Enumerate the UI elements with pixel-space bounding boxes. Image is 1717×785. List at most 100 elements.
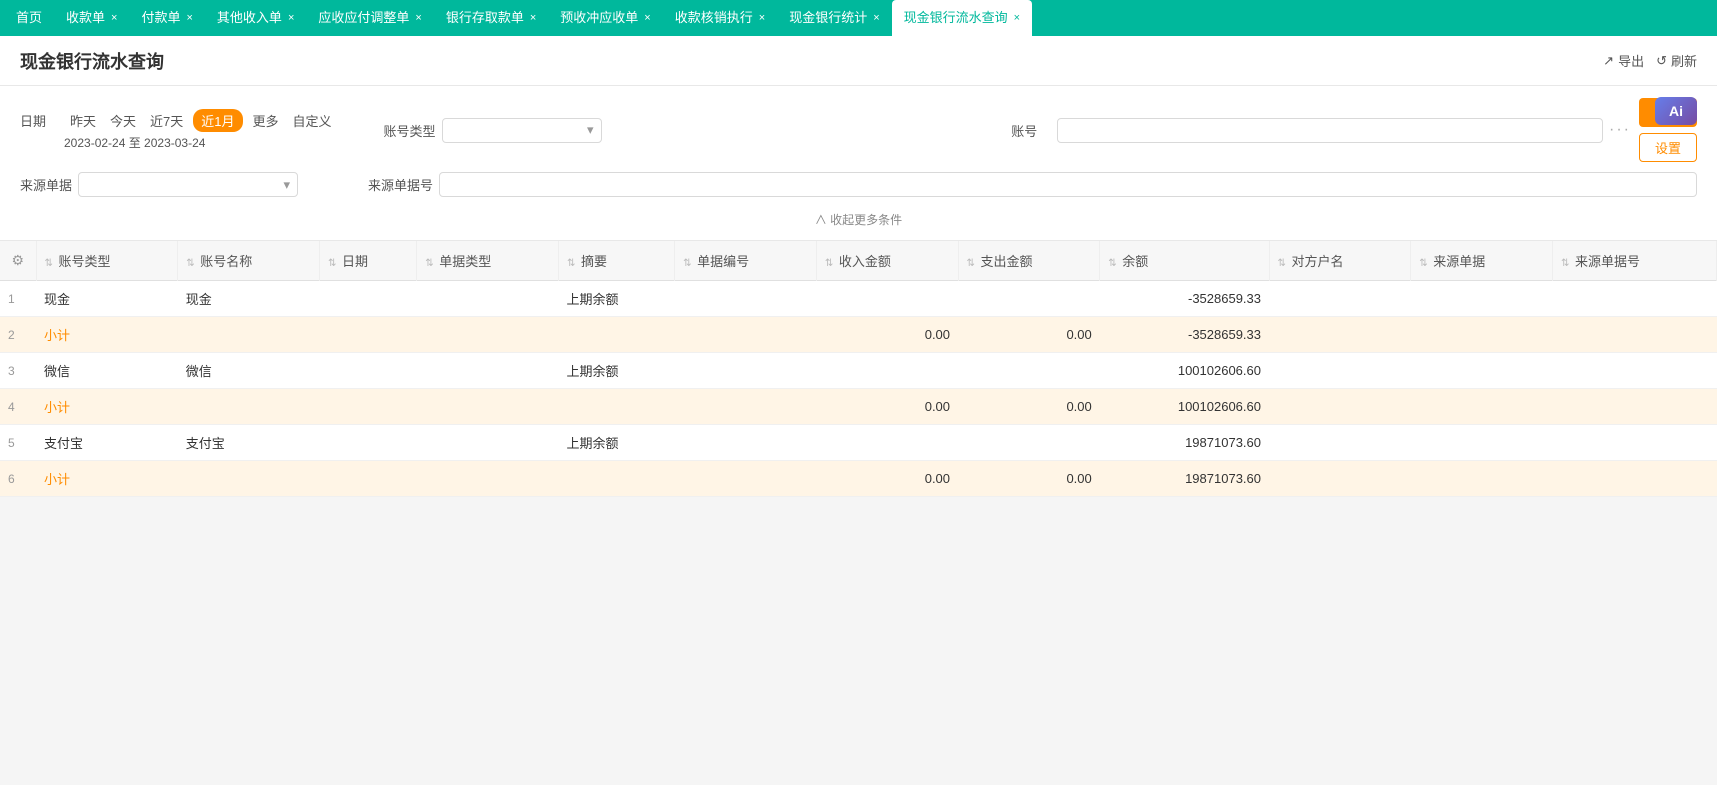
nav-advance-offset[interactable]: 预收冲应收单 × [548, 0, 662, 36]
col-account-name[interactable]: ⇅ 账号名称 [178, 241, 320, 281]
close-icon[interactable]: × [759, 0, 765, 36]
account-type-select[interactable] [442, 118, 602, 143]
header-actions: ↗ 导出 ↺ 刷新 [1603, 51, 1697, 70]
close-icon[interactable]: × [644, 0, 650, 36]
nav-receipt[interactable]: 收款单 × [54, 0, 129, 36]
col-source-doc[interactable]: ⇅ 来源单据 [1411, 241, 1553, 281]
date-opt-7days[interactable]: 近7天 [146, 109, 187, 132]
col-balance[interactable]: ⇅ 余额 [1100, 241, 1269, 281]
date-opt-today[interactable]: 今天 [106, 109, 140, 132]
close-icon[interactable]: × [1014, 0, 1020, 36]
table-area: ⚙ ⇅ 账号类型 ⇅ 账号名称 ⇅ 日期 ⇅ 单据类型 [0, 241, 1717, 497]
gear-icon[interactable]: ⚙ [11, 252, 24, 268]
cell-account-name: 现金 [178, 281, 320, 317]
top-navigation: 首页 收款单 × 付款单 × 其他收入单 × 应收应付调整单 × 银行存取款单 … [0, 0, 1717, 36]
cell-source-doc-no [1552, 389, 1716, 425]
cell-doc-type [417, 353, 559, 389]
cell-date [319, 461, 416, 497]
nav-payment[interactable]: 付款单 × [129, 0, 204, 36]
col-date[interactable]: ⇅ 日期 [319, 241, 416, 281]
account-more-icon[interactable]: ··· [1609, 121, 1631, 139]
refresh-button[interactable]: ↺ 刷新 [1656, 51, 1697, 70]
source-doc-num-label: 来源单据号 [368, 175, 433, 194]
cell-balance: 19871073.60 [1100, 425, 1269, 461]
cell-doc-no [675, 389, 817, 425]
close-icon[interactable]: × [873, 0, 879, 36]
page-header: 现金银行流水查询 ↗ 导出 ↺ 刷新 [0, 36, 1717, 86]
cell-doc-no [675, 353, 817, 389]
table-row: 1现金现金上期余额-3528659.33 [0, 281, 1717, 317]
ai-badge[interactable]: Ai [1655, 97, 1697, 125]
cell-counter-party [1269, 317, 1411, 353]
cell-doc-no [675, 317, 817, 353]
nav-bank-deposit[interactable]: 银行存取款单 × [434, 0, 548, 36]
close-icon[interactable]: × [288, 0, 294, 36]
sort-icon: ⇅ [683, 258, 691, 269]
date-opt-custom[interactable]: 自定义 [289, 109, 336, 132]
cell-account-name: 支付宝 [178, 425, 320, 461]
cell-source-doc [1411, 425, 1553, 461]
nav-other-income[interactable]: 其他收入单 × [205, 0, 306, 36]
cell-summary: 上期余额 [559, 353, 675, 389]
cell-source-doc [1411, 281, 1553, 317]
nav-cash-bank-stats[interactable]: 现金银行统计 × [777, 0, 891, 36]
nav-cash-bank-flow[interactable]: 现金银行流水查询 × [892, 0, 1032, 36]
cell-balance: 19871073.60 [1100, 461, 1269, 497]
settings-button[interactable]: 设置 [1639, 133, 1697, 162]
sort-icon: ⇅ [186, 258, 194, 269]
row-number: 3 [0, 353, 36, 389]
cell-account-name [178, 317, 320, 353]
source-doc-select[interactable] [78, 172, 298, 197]
table-body: 1现金现金上期余额-3528659.332小计0.000.00-3528659.… [0, 281, 1717, 497]
close-icon[interactable]: × [415, 0, 421, 36]
cell-date [319, 425, 416, 461]
nav-collection-exec[interactable]: 收款核销执行 × [663, 0, 777, 36]
col-expense[interactable]: ⇅ 支出金额 [958, 241, 1100, 281]
cell-account-name: 微信 [178, 353, 320, 389]
source-doc-num-input[interactable] [439, 172, 1697, 197]
cell-expense [958, 425, 1100, 461]
col-source-doc-no[interactable]: ⇅ 来源单据号 [1552, 241, 1716, 281]
cell-expense: 0.00 [958, 317, 1100, 353]
sort-icon: ⇅ [967, 258, 975, 269]
collapse-bar[interactable]: ∧ 收起更多条件 [20, 207, 1697, 232]
table-row: 4小计0.000.00100102606.60 [0, 389, 1717, 425]
cell-income: 0.00 [816, 389, 958, 425]
filter-row-1: 日期 昨天 今天 近7天 近1月 更多 自定义 2023-02-24 至 202… [20, 98, 1697, 162]
cell-doc-type [417, 425, 559, 461]
cell-source-doc [1411, 317, 1553, 353]
row-number: 5 [0, 425, 36, 461]
table-row: 2小计0.000.00-3528659.33 [0, 317, 1717, 353]
export-button[interactable]: ↗ 导出 [1603, 51, 1644, 70]
filter-row-2: 来源单据 来源单据号 [20, 172, 1697, 197]
date-opt-1month[interactable]: 近1月 [193, 109, 242, 132]
col-summary[interactable]: ⇅ 摘要 [559, 241, 675, 281]
col-account-type[interactable]: ⇅ 账号类型 [36, 241, 178, 281]
cell-source-doc-no [1552, 461, 1716, 497]
close-icon[interactable]: × [530, 0, 536, 36]
col-counter-party[interactable]: ⇅ 对方户名 [1269, 241, 1411, 281]
cell-source-doc-no [1552, 281, 1716, 317]
close-icon[interactable]: × [186, 0, 192, 36]
nav-ar-ap-adjust[interactable]: 应收应付调整单 × [306, 0, 433, 36]
refresh-icon: ↺ [1656, 53, 1667, 69]
cell-income [816, 353, 958, 389]
date-opt-more[interactable]: 更多 [249, 109, 283, 132]
row-number: 6 [0, 461, 36, 497]
account-type-label: 账号类型 [384, 121, 436, 140]
date-opt-yesterday[interactable]: 昨天 [66, 109, 100, 132]
col-income[interactable]: ⇅ 收入金额 [816, 241, 958, 281]
date-options: 昨天 今天 近7天 近1月 更多 自定义 [66, 109, 336, 132]
source-doc-select-wrapper [78, 172, 298, 197]
cell-date [319, 317, 416, 353]
col-doc-type[interactable]: ⇅ 单据类型 [417, 241, 559, 281]
cell-date [319, 353, 416, 389]
cell-summary: 上期余额 [559, 281, 675, 317]
cell-summary [559, 317, 675, 353]
sort-icon: ⇅ [567, 258, 575, 269]
close-icon[interactable]: × [111, 0, 117, 36]
col-doc-no[interactable]: ⇅ 单据编号 [675, 241, 817, 281]
account-input[interactable] [1057, 118, 1603, 143]
row-number: 2 [0, 317, 36, 353]
nav-home[interactable]: 首页 [4, 0, 54, 36]
